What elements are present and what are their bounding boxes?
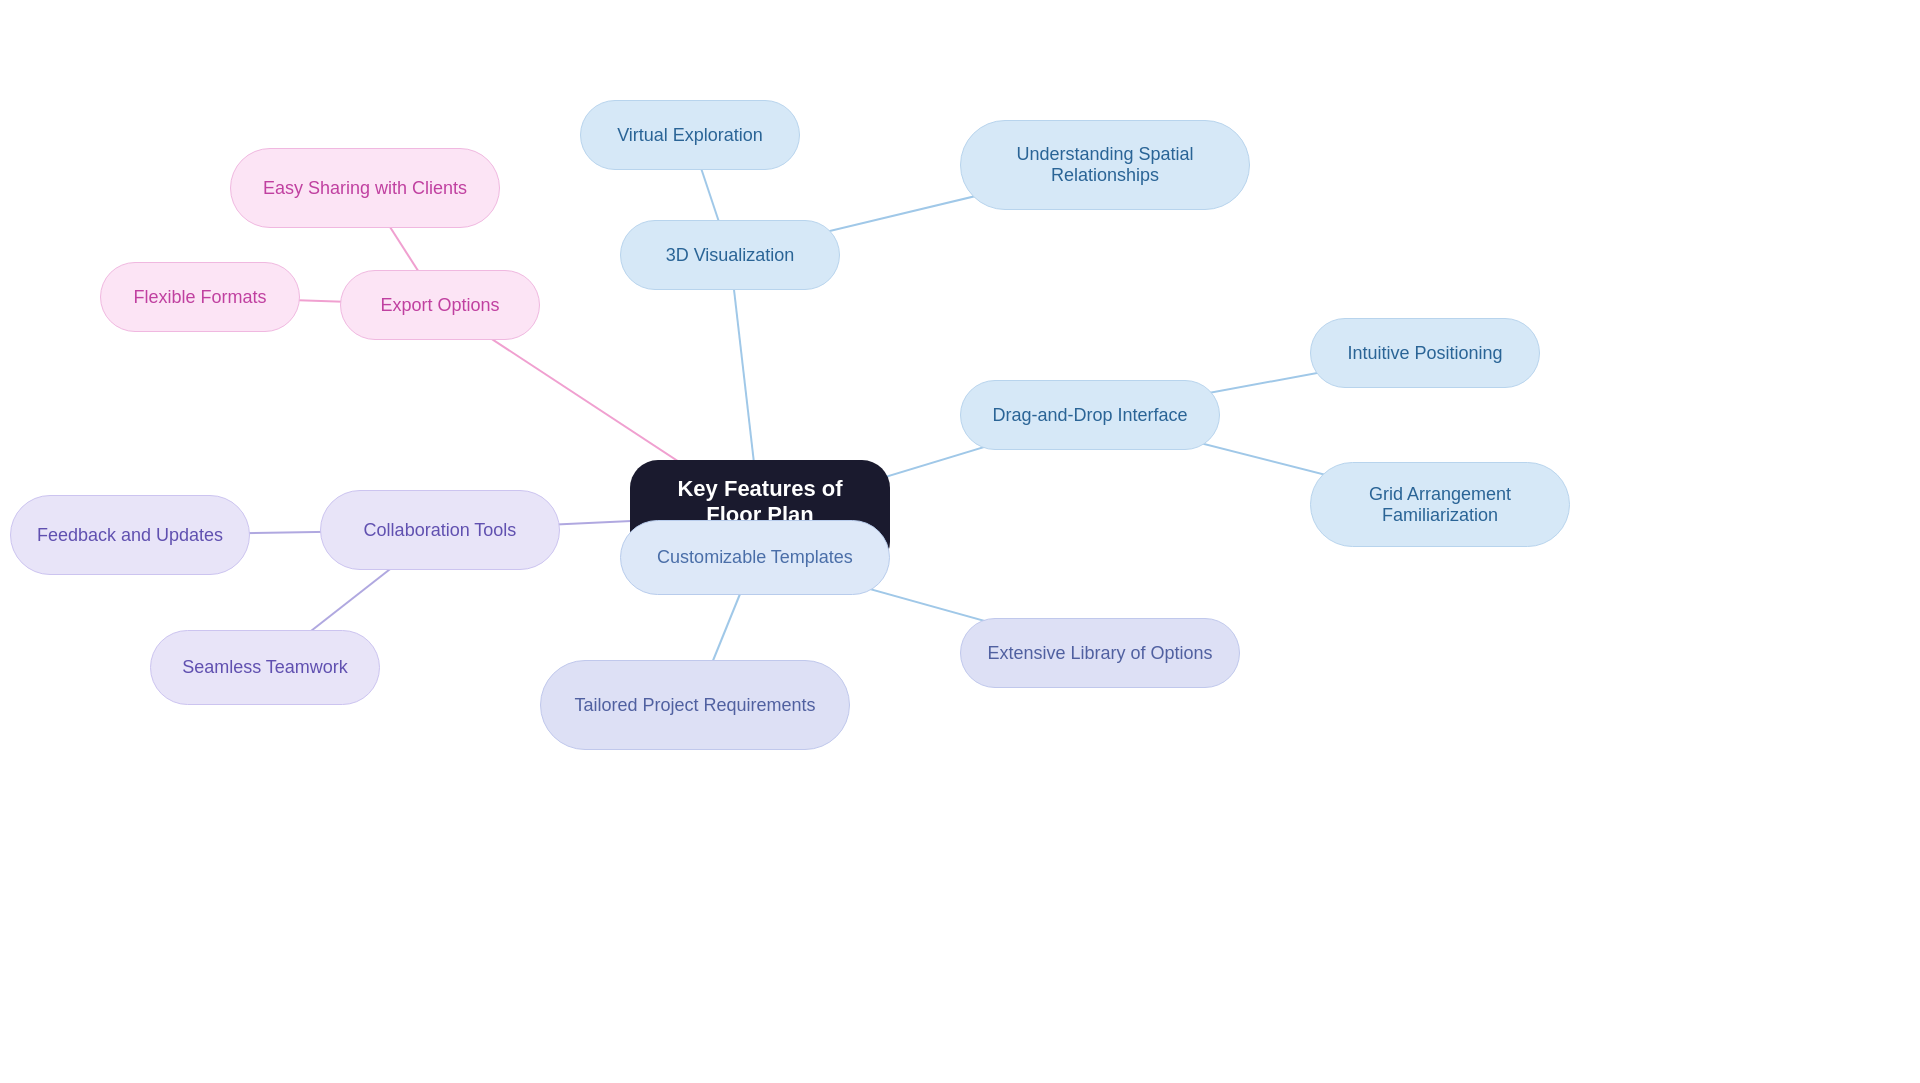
- seamless-teamwork-node: Seamless Teamwork: [150, 630, 380, 705]
- flexible-formats-node: Flexible Formats: [100, 262, 300, 332]
- virtual-label: Virtual Exploration: [617, 125, 763, 146]
- easy-sharing-node: Easy Sharing with Clients: [230, 148, 500, 228]
- library-label: Extensive Library of Options: [987, 643, 1212, 664]
- sharing-label: Easy Sharing with Clients: [263, 178, 467, 199]
- 3d-visualization-node: 3D Visualization: [620, 220, 840, 290]
- intuitive-positioning-node: Intuitive Positioning: [1310, 318, 1540, 388]
- collab-label: Collaboration Tools: [364, 520, 517, 541]
- tailored-requirements-node: Tailored Project Requirements: [540, 660, 850, 750]
- collaboration-tools-node: Collaboration Tools: [320, 490, 560, 570]
- export-label: Export Options: [380, 295, 499, 316]
- export-options-node: Export Options: [340, 270, 540, 340]
- grid-arrangement-node: Grid Arrangement Familiarization: [1310, 462, 1570, 547]
- feedback-label: Feedback and Updates: [37, 525, 223, 546]
- grid-label: Grid Arrangement Familiarization: [1369, 484, 1511, 526]
- virtual-exploration-node: Virtual Exploration: [580, 100, 800, 170]
- flexible-label: Flexible Formats: [133, 287, 266, 308]
- customizable-templates-node: Customizable Templates: [620, 520, 890, 595]
- spatial-relationships-node: Understanding Spatial Relationships: [960, 120, 1250, 210]
- feedback-updates-node: Feedback and Updates: [10, 495, 250, 575]
- extensive-library-node: Extensive Library of Options: [960, 618, 1240, 688]
- tailored-label: Tailored Project Requirements: [574, 695, 815, 716]
- intuitive-label: Intuitive Positioning: [1347, 343, 1502, 364]
- spatial-label: Understanding Spatial Relationships: [1016, 144, 1193, 186]
- drag-drop-node: Drag-and-Drop Interface: [960, 380, 1220, 450]
- drag-label: Drag-and-Drop Interface: [992, 405, 1187, 426]
- teamwork-label: Seamless Teamwork: [182, 657, 348, 678]
- 3d-label: 3D Visualization: [666, 245, 795, 266]
- custom-label: Customizable Templates: [657, 547, 853, 568]
